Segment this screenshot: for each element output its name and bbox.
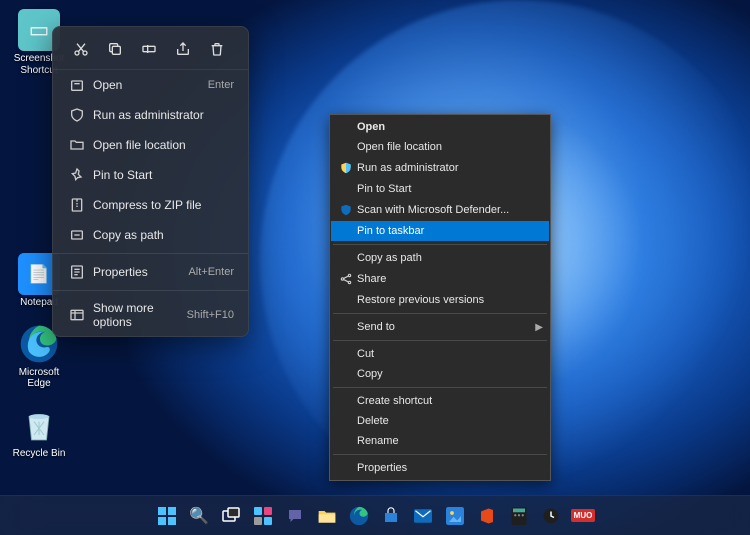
menu-item-label: Open file location	[357, 141, 543, 153]
start-button[interactable]	[153, 502, 181, 530]
shield-icon	[335, 161, 357, 175]
icon-label: Recycle Bin	[13, 448, 66, 460]
separator	[333, 244, 547, 245]
menu-item-properties[interactable]: Properties	[331, 458, 549, 478]
menu-item-label: Pin to Start	[93, 168, 234, 182]
muo-icon[interactable]: MUO	[569, 502, 597, 530]
separator	[53, 253, 248, 254]
open-icon	[67, 77, 87, 93]
taskbar: 🔍 MUO	[0, 495, 750, 535]
menu-item-label: Rename	[357, 435, 543, 447]
zip-icon	[67, 197, 87, 213]
explorer-icon[interactable]	[313, 502, 341, 530]
store-icon[interactable]	[377, 502, 405, 530]
menu-item-pin-to-taskbar[interactable]: Pin to taskbar	[331, 221, 549, 241]
menu-item-send-to[interactable]: Send to▶	[331, 317, 549, 337]
menu-item-label: Open	[357, 121, 543, 133]
menu-item-delete[interactable]: Delete	[331, 411, 549, 431]
menu-item-scan-with-microsoft-defender-[interactable]: Scan with Microsoft Defender...	[331, 199, 549, 221]
menu-item-pin-to-start[interactable]: Pin to Start	[331, 179, 549, 199]
widgets-icon[interactable]	[249, 502, 277, 530]
rename-icon[interactable]	[135, 37, 163, 61]
recycle-bin-icon	[18, 404, 60, 446]
menu-item-open[interactable]: Open	[331, 117, 549, 137]
more-icon	[67, 307, 87, 323]
copypath-icon	[67, 227, 87, 243]
menu-item-show-more-options[interactable]: Show more optionsShift+F10	[53, 294, 248, 336]
separator	[53, 290, 248, 291]
menu-item-rename[interactable]: Rename	[331, 431, 549, 451]
accelerator: Alt+Enter	[188, 266, 234, 278]
submenu-arrow-icon: ▶	[535, 322, 543, 333]
office-icon[interactable]	[473, 502, 501, 530]
menu-item-label: Pin to Start	[357, 183, 543, 195]
defender-icon	[335, 203, 357, 217]
separator	[333, 313, 547, 314]
menu-item-label: Properties	[93, 265, 188, 279]
search-icon[interactable]: 🔍	[185, 502, 213, 530]
menu-item-open-file-location[interactable]: Open file location	[331, 137, 549, 157]
calculator-icon[interactable]	[505, 502, 533, 530]
menu-item-copy[interactable]: Copy	[331, 364, 549, 384]
menu-item-label: Scan with Microsoft Defender...	[357, 204, 543, 216]
taskview-icon[interactable]	[217, 502, 245, 530]
quick-actions-bar	[53, 27, 248, 70]
accelerator: Enter	[208, 79, 234, 91]
menu-item-open-file-location[interactable]: Open file location	[53, 130, 248, 160]
edge-taskbar-icon[interactable]	[345, 502, 373, 530]
menu-item-run-as-administrator[interactable]: Run as administrator	[331, 157, 549, 179]
menu-item-cut[interactable]: Cut	[331, 344, 549, 364]
copy-icon[interactable]	[101, 37, 129, 61]
separator	[333, 387, 547, 388]
menu-item-label: Copy	[357, 368, 543, 380]
delete-icon[interactable]	[203, 37, 231, 61]
cut-icon[interactable]	[67, 37, 95, 61]
share-icon[interactable]	[169, 37, 197, 61]
menu-item-copy-as-path[interactable]: Copy as path	[53, 220, 248, 250]
properties-icon	[67, 264, 87, 280]
menu-item-label: Pin to taskbar	[357, 225, 543, 237]
menu-item-label: Open file location	[93, 138, 234, 152]
menu-item-label: Restore previous versions	[357, 294, 543, 306]
menu-item-share[interactable]: Share	[331, 268, 549, 290]
menu-item-label: Show more options	[93, 301, 187, 329]
clock-icon[interactable]	[537, 502, 565, 530]
menu-item-properties[interactable]: PropertiesAlt+Enter	[53, 257, 248, 287]
menu-item-label: Cut	[357, 348, 543, 360]
menu-item-open[interactable]: OpenEnter	[53, 70, 248, 100]
menu-item-label: Compress to ZIP file	[93, 198, 234, 212]
menu-item-label: Create shortcut	[357, 395, 543, 407]
accelerator: Shift+F10	[187, 309, 234, 321]
menu-item-label: Copy as path	[93, 228, 234, 242]
menu-item-label: Send to	[357, 321, 535, 333]
desktop-icon-recycle-bin[interactable]: Recycle Bin	[5, 401, 73, 463]
folder-icon	[67, 137, 87, 153]
shield-icon	[67, 107, 87, 123]
menu-item-label: Open	[93, 78, 208, 92]
menu-item-restore-previous-versions[interactable]: Restore previous versions	[331, 290, 549, 310]
share-icon	[335, 272, 357, 286]
menu-item-pin-to-start[interactable]: Pin to Start	[53, 160, 248, 190]
separator	[333, 340, 547, 341]
menu-item-label: Copy as path	[357, 252, 543, 264]
menu-item-copy-as-path[interactable]: Copy as path	[331, 248, 549, 268]
menu-item-label: Run as administrator	[357, 162, 543, 174]
chat-icon[interactable]	[281, 502, 309, 530]
icon-label: MicrosoftEdge	[19, 367, 60, 390]
separator	[333, 454, 547, 455]
menu-item-label: Delete	[357, 415, 543, 427]
photos-icon[interactable]	[441, 502, 469, 530]
menu-item-compress-to-zip-file[interactable]: Compress to ZIP file	[53, 190, 248, 220]
menu-item-label: Run as administrator	[93, 108, 234, 122]
context-menu-primary: OpenEnter Run as administrator Open file l…	[52, 26, 249, 337]
context-menu-legacy: Open Open file location Run as administrat…	[329, 114, 551, 481]
menu-item-label: Share	[357, 273, 543, 285]
menu-item-run-as-administrator[interactable]: Run as administrator	[53, 100, 248, 130]
menu-item-label: Properties	[357, 462, 543, 474]
menu-item-create-shortcut[interactable]: Create shortcut	[331, 391, 549, 411]
mail-icon[interactable]	[409, 502, 437, 530]
pin-icon	[67, 167, 87, 183]
